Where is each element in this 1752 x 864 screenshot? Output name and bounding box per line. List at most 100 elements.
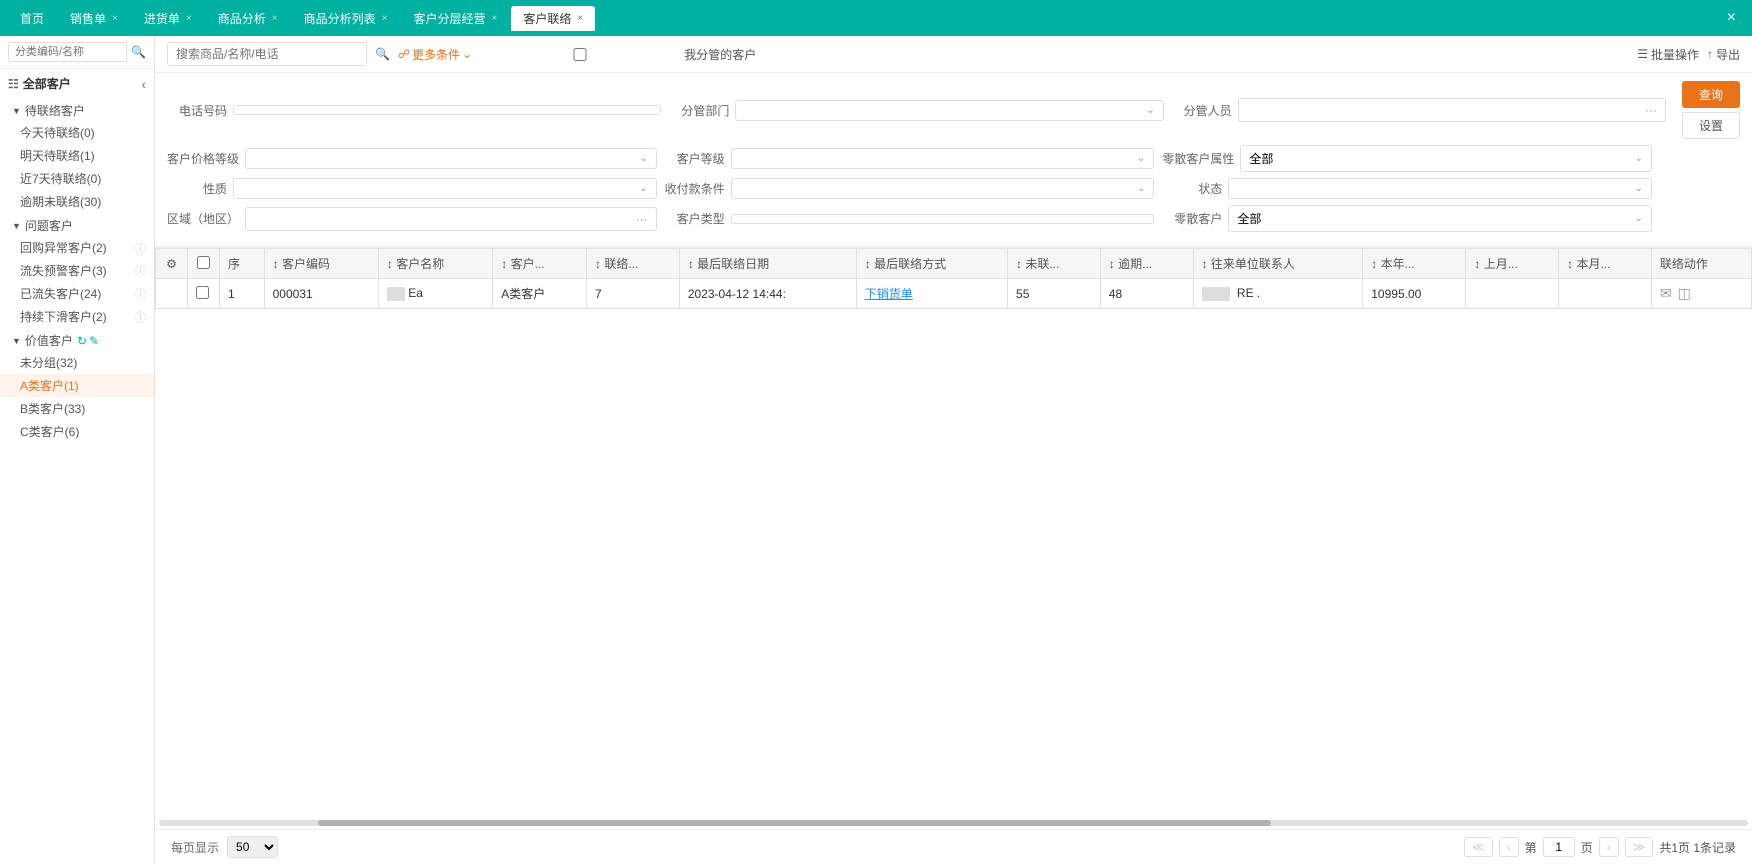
close-icon[interactable]: × (186, 13, 192, 24)
nav-tab-sales[interactable]: 销售单 × (58, 6, 130, 31)
first-page-button[interactable]: ≪ (1464, 837, 1493, 857)
close-icon[interactable]: × (272, 13, 278, 24)
more-conditions-button[interactable]: ☍ 更多条件 ⌄ (398, 46, 472, 63)
sidebar-item-today[interactable]: 今天待联络(0) (0, 121, 154, 144)
next-page-button[interactable]: › (1599, 837, 1619, 857)
help-icon[interactable]: ⓘ (135, 240, 146, 256)
col-code[interactable]: ↕ 客户编码 (264, 249, 378, 279)
per-page-select[interactable]: 50 100 200 (227, 836, 278, 858)
batch-op-button[interactable]: ☰ 批量操作 (1637, 46, 1699, 63)
search-icon[interactable]: 🔍 (131, 45, 146, 59)
chevron-down-icon: ⌄ (1137, 183, 1145, 194)
filter-select-price-level[interactable]: ⌄ (245, 148, 657, 169)
filter-select-dept[interactable]: ⌄ (735, 100, 1163, 121)
col-name[interactable]: ↕ 客户名称 (378, 249, 492, 279)
nav-tab-customer-contact[interactable]: 客户联络 × (511, 6, 595, 31)
select-all-checkbox[interactable] (197, 256, 210, 269)
close-icon[interactable]: × (491, 13, 497, 24)
query-button[interactable]: 查询 (1682, 81, 1740, 108)
setting-button[interactable]: 设置 (1682, 112, 1740, 139)
filter-select-status[interactable]: ⌄ (1228, 178, 1652, 199)
chevron-down-icon: ⌄ (1137, 153, 1145, 164)
filter-customer-level: 客户等级 ⌄ (665, 148, 1155, 169)
col-not-contact[interactable]: ↕ 未联... (1008, 249, 1101, 279)
chat-icon[interactable]: ✉ (1660, 285, 1672, 302)
col-last-method[interactable]: ↕ 最后联络方式 (856, 249, 1007, 279)
close-window-icon[interactable]: × (1719, 5, 1744, 31)
filter-select-scattered-attr[interactable]: 全部 ⌄ (1240, 145, 1652, 172)
refresh-icon[interactable]: ↻ (77, 334, 87, 348)
col-this-month[interactable]: ↕ 本月... (1559, 249, 1652, 279)
export-button[interactable]: ↑ 导出 (1707, 46, 1740, 63)
horizontal-scrollbar[interactable] (155, 817, 1752, 829)
sidebar-item-abnormal-repurchase[interactable]: 回购异常客户(2) ⓘ (0, 236, 154, 259)
search-icon[interactable]: 🔍 (375, 47, 390, 61)
cell-name: Ea (378, 279, 492, 309)
filter-input-customer-type[interactable] (731, 214, 1155, 224)
filter-select-payment[interactable]: ⌄ (731, 178, 1155, 199)
sidebar-item-churn-warning[interactable]: 流失预警客户(3) ⓘ (0, 259, 154, 282)
sidebar-item-ungrouped[interactable]: 未分组(32) (0, 351, 154, 374)
last-method-link[interactable]: 下销货单 (865, 287, 913, 301)
filter-label-nature: 性质 (167, 180, 227, 197)
collapse-icon[interactable]: ‹ (141, 76, 146, 92)
col-contact[interactable]: ↕ 联络... (587, 249, 680, 279)
sidebar-item-overdue[interactable]: 逾期未联络(30) (0, 190, 154, 213)
col-this-year[interactable]: ↕ 本年... (1363, 249, 1466, 279)
sidebar-group-value[interactable]: ▼ 价值客户 ↻ ✎ (0, 328, 154, 351)
filter-select-customer-level[interactable]: ⌄ (731, 148, 1155, 169)
col-level[interactable]: ↕ 客户... (493, 249, 587, 279)
filter-label-status: 状态 (1162, 180, 1222, 197)
sidebar-all-customers[interactable]: ☷ 全部客户 ‹ (0, 69, 154, 98)
cell-checkbox[interactable] (188, 279, 220, 309)
nav-tab-product-analysis[interactable]: 商品分析 × (206, 6, 290, 31)
sidebar-group-problem[interactable]: ▼ 问题客户 (0, 213, 154, 236)
content-area: 🔍 ☍ 更多条件 ⌄ 我分管的客户 ☰ 批量操作 ↑ 导出 (155, 36, 1752, 864)
filter-input-phone[interactable] (233, 105, 661, 115)
cell-seq: 1 (220, 279, 265, 309)
nav-tab-purchase[interactable]: 进货单 × (132, 6, 204, 31)
sidebar-item-c-class[interactable]: C类客户(6) (0, 420, 154, 443)
filter-select-nature[interactable]: ⌄ (233, 178, 657, 199)
cell-level: A类客户 (493, 279, 587, 309)
my-customers-check[interactable] (480, 48, 680, 61)
nav-tab-product-analysis-list[interactable]: 商品分析列表 × (292, 6, 400, 31)
nav-home[interactable]: 首页 (8, 6, 56, 31)
last-page-button[interactable]: ≫ (1625, 837, 1654, 857)
sidebar-group-pending[interactable]: ▼ 待联络客户 (0, 98, 154, 121)
sidebar-item-a-class[interactable]: A类客户(1) (0, 374, 154, 397)
sidebar-search-input[interactable] (8, 42, 127, 62)
search-input[interactable] (167, 42, 367, 66)
filter-select-scattered[interactable]: 全部 ⌄ (1228, 205, 1652, 232)
sidebar-item-tomorrow[interactable]: 明天待联络(1) (0, 144, 154, 167)
filter-input-manager[interactable]: ··· (1238, 98, 1666, 122)
nav-tab-customer-segment[interactable]: 客户分层经营 × (401, 6, 509, 31)
filter-input-region[interactable]: ··· (245, 207, 657, 231)
more-icon: ··· (636, 212, 648, 226)
help-icon[interactable]: ⓘ (135, 309, 146, 325)
help-icon[interactable]: ⓘ (135, 286, 146, 302)
qr-icon[interactable]: ◫ (1678, 285, 1691, 302)
filter-bar-right: ☰ 批量操作 ↑ 导出 (1637, 46, 1740, 63)
col-last-date[interactable]: ↕ 最后联络日期 (679, 249, 856, 279)
col-last-month[interactable]: ↕ 上月... (1466, 249, 1559, 279)
sidebar-item-declining[interactable]: 持续下滑客户(2) ⓘ (0, 305, 154, 328)
col-overdue[interactable]: ↕ 逾期... (1100, 249, 1193, 279)
row-checkbox[interactable] (196, 286, 209, 299)
col-contact-person[interactable]: ↕ 往来单位联系人 (1193, 249, 1363, 279)
filter-label-scattered: 零散客户 (1162, 210, 1222, 227)
sidebar-item-7days[interactable]: 近7天待联络(0) (0, 167, 154, 190)
close-icon[interactable]: × (382, 13, 388, 24)
sidebar-item-churned[interactable]: 已流失客户(24) ⓘ (0, 282, 154, 305)
col-gear[interactable]: ⚙ (156, 249, 188, 279)
my-customers-checkbox[interactable]: 我分管的客户 (480, 46, 756, 63)
edit-icon[interactable]: ✎ (89, 334, 99, 348)
prev-page-button[interactable]: ‹ (1499, 837, 1519, 857)
scrollbar-thumb[interactable] (318, 820, 1271, 826)
col-checkbox[interactable] (188, 249, 220, 279)
sidebar-item-b-class[interactable]: B类客户(33) (0, 397, 154, 420)
close-icon[interactable]: × (577, 13, 583, 24)
page-number-input[interactable] (1543, 837, 1575, 857)
close-icon[interactable]: × (112, 13, 118, 24)
help-icon[interactable]: ⓘ (135, 263, 146, 279)
